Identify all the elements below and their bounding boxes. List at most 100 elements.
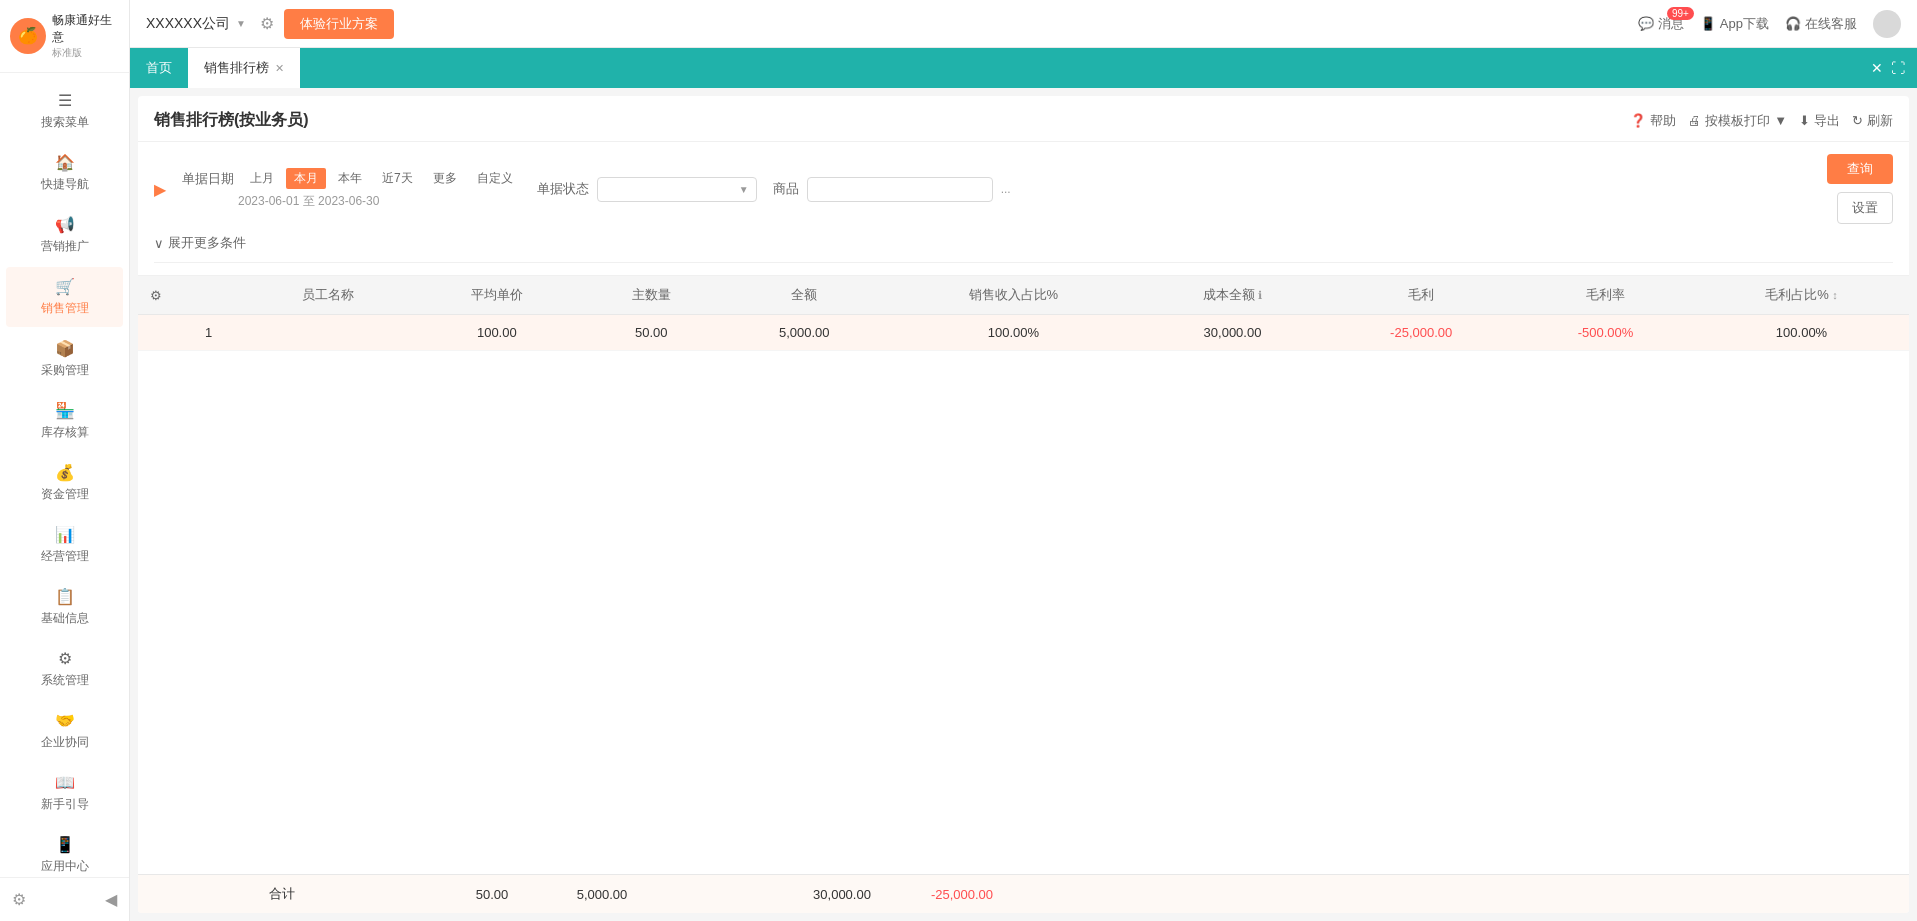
sidebar-settings-icon[interactable]: ⚙ xyxy=(12,890,26,909)
sidebar-item-sales[interactable]: 🛒 销售管理 xyxy=(6,267,123,327)
footer-quantity: 50.00 xyxy=(442,887,542,902)
col-gross: 毛利 xyxy=(1325,276,1517,315)
sidebar-item-label: 库存核算 xyxy=(41,424,89,441)
cell-settings xyxy=(138,315,174,351)
online-support-btn[interactable]: 🎧 在线客服 xyxy=(1785,15,1857,33)
template-print-label: 按模板打印 xyxy=(1705,112,1770,130)
col-rank xyxy=(174,276,243,315)
settings-button[interactable]: 设置 xyxy=(1837,192,1893,224)
window-expand-icon[interactable]: ⛶ xyxy=(1891,60,1905,76)
footer-cells: 合计 50.00 5,000.00 30,000.00 -25,000.00 xyxy=(150,885,1897,903)
tab-home[interactable]: 首页 xyxy=(130,48,188,88)
app-download-label: App下载 xyxy=(1720,15,1769,33)
sidebar-item-search[interactable]: ☰ 搜索菜单 xyxy=(6,81,123,141)
help-btn[interactable]: ❓ 帮助 xyxy=(1630,112,1676,130)
content-area: 销售排行榜(按业务员) ❓ 帮助 🖨 按模板打印 ▼ ⬇ 导出 xyxy=(130,88,1917,921)
sidebar-item-system[interactable]: ⚙ 系统管理 xyxy=(6,639,123,699)
sales-icon: 🛒 xyxy=(55,277,75,296)
company-selector[interactable]: XXXXXX公司 ▼ xyxy=(146,15,246,33)
app-download-btn[interactable]: 📱 App下载 xyxy=(1700,15,1769,33)
app-download-icon: 📱 xyxy=(1700,16,1716,31)
sidebar-item-baseinfo[interactable]: 📋 基础信息 xyxy=(6,577,123,637)
sidebar-item-quicknav[interactable]: 🏠 快捷导航 xyxy=(6,143,123,203)
message-btn[interactable]: 💬 消息 99+ xyxy=(1638,15,1684,33)
main-area: XXXXXX公司 ▼ ⚙ 体验行业方案 💬 消息 99+ 📱 App下载 🎧 在… xyxy=(130,0,1917,921)
logo-subtitle: 标准版 xyxy=(52,46,119,60)
sidebar-item-label: 资金管理 xyxy=(41,486,89,503)
sidebar-item-guide[interactable]: 📖 新手引导 xyxy=(6,763,123,823)
inventory-icon: 🏪 xyxy=(55,401,75,420)
sidebar-collapse-icon[interactable]: ◀ xyxy=(105,890,117,909)
filter-bar: ▶ 单据日期 上月 本月 本年 近7天 更多 自定义 xyxy=(138,142,1909,276)
logo-title: 畅康通好生意 xyxy=(52,12,119,46)
cell-employee xyxy=(243,315,412,351)
sidebar-item-label: 经营管理 xyxy=(41,548,89,565)
filter-expand-arrow[interactable]: ▶ xyxy=(154,180,166,199)
sidebar-item-appstore[interactable]: 📱 应用中心 xyxy=(6,825,123,877)
date-tab-thisyear[interactable]: 本年 xyxy=(330,168,370,189)
header-right: 💬 消息 99+ 📱 App下载 🎧 在线客服 xyxy=(1638,10,1901,38)
cell-amount: 5,000.00 xyxy=(721,315,887,351)
cell-gross-pct: 100.00% xyxy=(1694,315,1909,351)
page-title: 销售排行榜(按业务员) xyxy=(154,110,309,131)
tab-close-icon[interactable]: ✕ xyxy=(275,62,284,75)
window-close-icon[interactable]: ✕ xyxy=(1871,60,1883,76)
sidebar-item-label: 系统管理 xyxy=(41,672,89,689)
online-support-label: 在线客服 xyxy=(1805,15,1857,33)
date-tab-thismonth[interactable]: 本月 xyxy=(286,168,326,189)
cell-cost: 30,000.00 xyxy=(1140,315,1326,351)
table-scroll[interactable]: ⚙ 员工名称 平均单价 主数量 全额 销售收入占比% 成本全额 ℹ 毛利 毛利率 xyxy=(138,276,1909,874)
goods-more-btn[interactable]: ... xyxy=(1001,182,1011,196)
status-select[interactable] xyxy=(597,177,757,202)
sidebar-footer: ⚙ ◀ xyxy=(0,877,129,921)
tab-sales-rank-label: 销售排行榜 xyxy=(204,59,269,77)
filter-date-group: 单据日期 上月 本月 本年 近7天 更多 自定义 2023-06-01 至 20… xyxy=(182,168,521,210)
cell-avg-price: 100.00 xyxy=(412,315,581,351)
refresh-btn[interactable]: ↻ 刷新 xyxy=(1852,112,1893,130)
sidebar-item-marketing[interactable]: 📢 营销推广 xyxy=(6,205,123,265)
home-icon: 🏠 xyxy=(55,153,75,172)
date-tab-more[interactable]: 更多 xyxy=(425,168,465,189)
tab-sales-rank[interactable]: 销售排行榜 ✕ xyxy=(188,48,300,88)
table-body: 1 100.00 50.00 5,000.00 100.00% 30,000.0… xyxy=(138,315,1909,351)
page-header: 销售排行榜(按业务员) ❓ 帮助 🖨 按模板打印 ▼ ⬇ 导出 xyxy=(138,96,1909,142)
date-tab-custom[interactable]: 自定义 xyxy=(469,168,521,189)
template-print-btn[interactable]: 🖨 按模板打印 ▼ xyxy=(1688,112,1787,130)
cell-rank: 1 xyxy=(174,315,243,351)
sidebar-item-finance[interactable]: 💰 资金管理 xyxy=(6,453,123,513)
export-btn[interactable]: ⬇ 导出 xyxy=(1799,112,1840,130)
user-avatar[interactable] xyxy=(1873,10,1901,38)
sidebar-item-enterprise[interactable]: 🤝 企业协同 xyxy=(6,701,123,761)
print-dropdown-icon: ▼ xyxy=(1774,113,1787,128)
col-settings[interactable]: ⚙ xyxy=(138,276,174,315)
sidebar-item-label: 企业协同 xyxy=(41,734,89,751)
sidebar-nav: ☰ 搜索菜单 🏠 快捷导航 📢 营销推广 🛒 销售管理 📦 采购管理 🏪 库存核… xyxy=(0,73,129,877)
cell-gross: -25,000.00 xyxy=(1325,315,1517,351)
col-gross-rate: 毛利率 xyxy=(1517,276,1694,315)
sidebar-item-label: 新手引导 xyxy=(41,796,89,813)
marketing-icon: 📢 xyxy=(55,215,75,234)
filter-row-1: ▶ 单据日期 上月 本月 本年 近7天 更多 自定义 xyxy=(154,154,1893,224)
sidebar-item-operations[interactable]: 📊 经营管理 xyxy=(6,515,123,575)
cell-quantity: 50.00 xyxy=(581,315,721,351)
sidebar-item-inventory[interactable]: 🏪 库存核算 xyxy=(6,391,123,451)
filter-goods-group: 商品 ... xyxy=(773,177,1011,202)
date-tab-7days[interactable]: 近7天 xyxy=(374,168,421,189)
header-gear-icon[interactable]: ⚙ xyxy=(260,14,274,33)
gross-pct-sort-icon[interactable]: ↕ xyxy=(1832,289,1838,301)
operations-icon: 📊 xyxy=(55,525,75,544)
trial-button[interactable]: 体验行业方案 xyxy=(284,9,394,39)
export-label: 导出 xyxy=(1814,112,1840,130)
sidebar-item-label: 基础信息 xyxy=(41,610,89,627)
top-header: XXXXXX公司 ▼ ⚙ 体验行业方案 💬 消息 99+ 📱 App下载 🎧 在… xyxy=(130,0,1917,48)
company-name: XXXXXX公司 xyxy=(146,15,230,33)
content-inner: 销售排行榜(按业务员) ❓ 帮助 🖨 按模板打印 ▼ ⬇ 导出 xyxy=(138,96,1909,913)
date-tab-lastmonth[interactable]: 上月 xyxy=(242,168,282,189)
goods-input[interactable] xyxy=(807,177,993,202)
help-label: 帮助 xyxy=(1650,112,1676,130)
col-sales-pct: 销售收入占比% xyxy=(887,276,1139,315)
cost-info-icon[interactable]: ℹ xyxy=(1258,289,1262,301)
sidebar-item-purchase[interactable]: 📦 采购管理 xyxy=(6,329,123,389)
expand-conditions-btn[interactable]: ∨ 展开更多条件 xyxy=(154,228,1893,258)
query-button[interactable]: 查询 xyxy=(1827,154,1893,184)
